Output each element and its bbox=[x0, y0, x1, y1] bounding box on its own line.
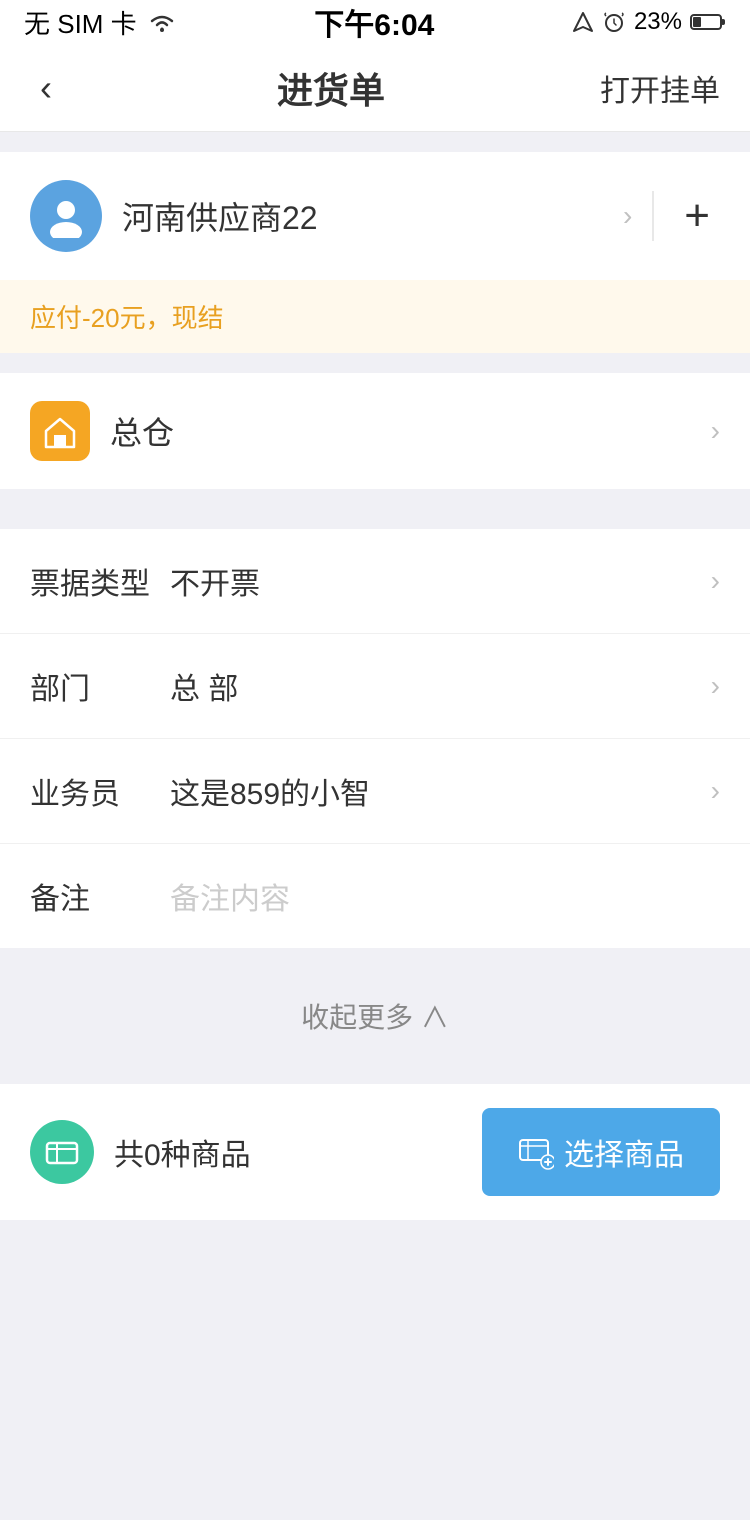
carrier-text: 无 SIM 卡 bbox=[24, 4, 137, 41]
warehouse-section: 总仓 › bbox=[0, 373, 750, 489]
page-title: 进货单 bbox=[277, 62, 385, 114]
form-row-remark[interactable]: 备注 备注内容 bbox=[0, 844, 750, 948]
supplier-avatar bbox=[30, 180, 102, 252]
form-section: 票据类型 不开票 › 部门 总 部 › 业务员 这是859的小智 › 备注 备注… bbox=[0, 529, 750, 948]
person-icon bbox=[44, 194, 88, 238]
battery-icon bbox=[690, 12, 726, 32]
status-carrier: 无 SIM 卡 bbox=[24, 4, 177, 41]
alarm-icon bbox=[602, 10, 626, 34]
warehouse-chevron-icon: › bbox=[711, 415, 720, 447]
salesperson-chevron-icon: › bbox=[711, 775, 720, 807]
select-product-button[interactable]: 选择商品 bbox=[482, 1108, 720, 1196]
section-gap-3 bbox=[0, 489, 750, 509]
product-icon bbox=[30, 1120, 94, 1184]
house-icon bbox=[42, 413, 78, 449]
form-label-invoice-type: 票据类型 bbox=[30, 559, 160, 603]
product-count-label: 共0种商品 bbox=[114, 1130, 482, 1174]
section-gap-2 bbox=[0, 353, 750, 373]
add-supplier-button[interactable]: + bbox=[674, 194, 720, 238]
notice-text: 应付-20元，现结 bbox=[30, 303, 224, 333]
open-hangup-button[interactable]: 打开挂单 bbox=[600, 66, 720, 110]
form-row-invoice-type[interactable]: 票据类型 不开票 › bbox=[0, 529, 750, 634]
supplier-name: 河南供应商22 bbox=[122, 193, 623, 239]
cart-icon bbox=[43, 1133, 81, 1171]
battery-percent: 23% bbox=[634, 8, 682, 36]
form-row-salesperson[interactable]: 业务员 这是859的小智 › bbox=[0, 739, 750, 844]
select-product-icon bbox=[518, 1134, 554, 1170]
department-chevron-icon: › bbox=[711, 670, 720, 702]
supplier-section: 河南供应商22 › + 应付-20元，现结 bbox=[0, 152, 750, 353]
warehouse-icon bbox=[30, 401, 90, 461]
collapse-button[interactable]: 收起更多 ∧ bbox=[0, 968, 750, 1064]
supplier-row[interactable]: 河南供应商22 › + bbox=[0, 152, 750, 280]
form-placeholder-remark[interactable]: 备注内容 bbox=[160, 874, 720, 918]
status-right-area: 23% bbox=[572, 8, 726, 36]
form-label-department: 部门 bbox=[30, 664, 160, 708]
page-background bbox=[0, 1220, 750, 1520]
location-icon bbox=[572, 11, 594, 33]
select-product-label: 选择商品 bbox=[564, 1130, 684, 1174]
warehouse-name: 总仓 bbox=[110, 408, 711, 454]
form-value-invoice-type: 不开票 bbox=[160, 559, 711, 603]
invoice-type-chevron-icon: › bbox=[711, 565, 720, 597]
form-row-department[interactable]: 部门 总 部 › bbox=[0, 634, 750, 739]
form-value-salesperson: 这是859的小智 bbox=[160, 769, 711, 813]
back-button[interactable]: ‹ bbox=[30, 57, 62, 119]
supplier-chevron-icon: › bbox=[623, 200, 632, 232]
bottom-bar: 共0种商品 选择商品 bbox=[0, 1084, 750, 1220]
status-time: 下午6:04 bbox=[314, 0, 434, 44]
wifi-icon bbox=[147, 11, 177, 33]
collapse-label: 收起更多 ∧ bbox=[301, 996, 449, 1036]
section-gap-1 bbox=[0, 132, 750, 152]
notice-bar: 应付-20元，现结 bbox=[0, 280, 750, 353]
nav-bar: ‹ 进货单 打开挂单 bbox=[0, 44, 750, 132]
form-label-salesperson: 业务员 bbox=[30, 769, 160, 813]
warehouse-row[interactable]: 总仓 › bbox=[0, 373, 750, 489]
supplier-divider bbox=[652, 191, 654, 241]
form-value-department: 总 部 bbox=[160, 664, 711, 708]
form-label-remark: 备注 bbox=[30, 874, 160, 918]
status-bar: 无 SIM 卡 下午6:04 23% bbox=[0, 0, 750, 44]
